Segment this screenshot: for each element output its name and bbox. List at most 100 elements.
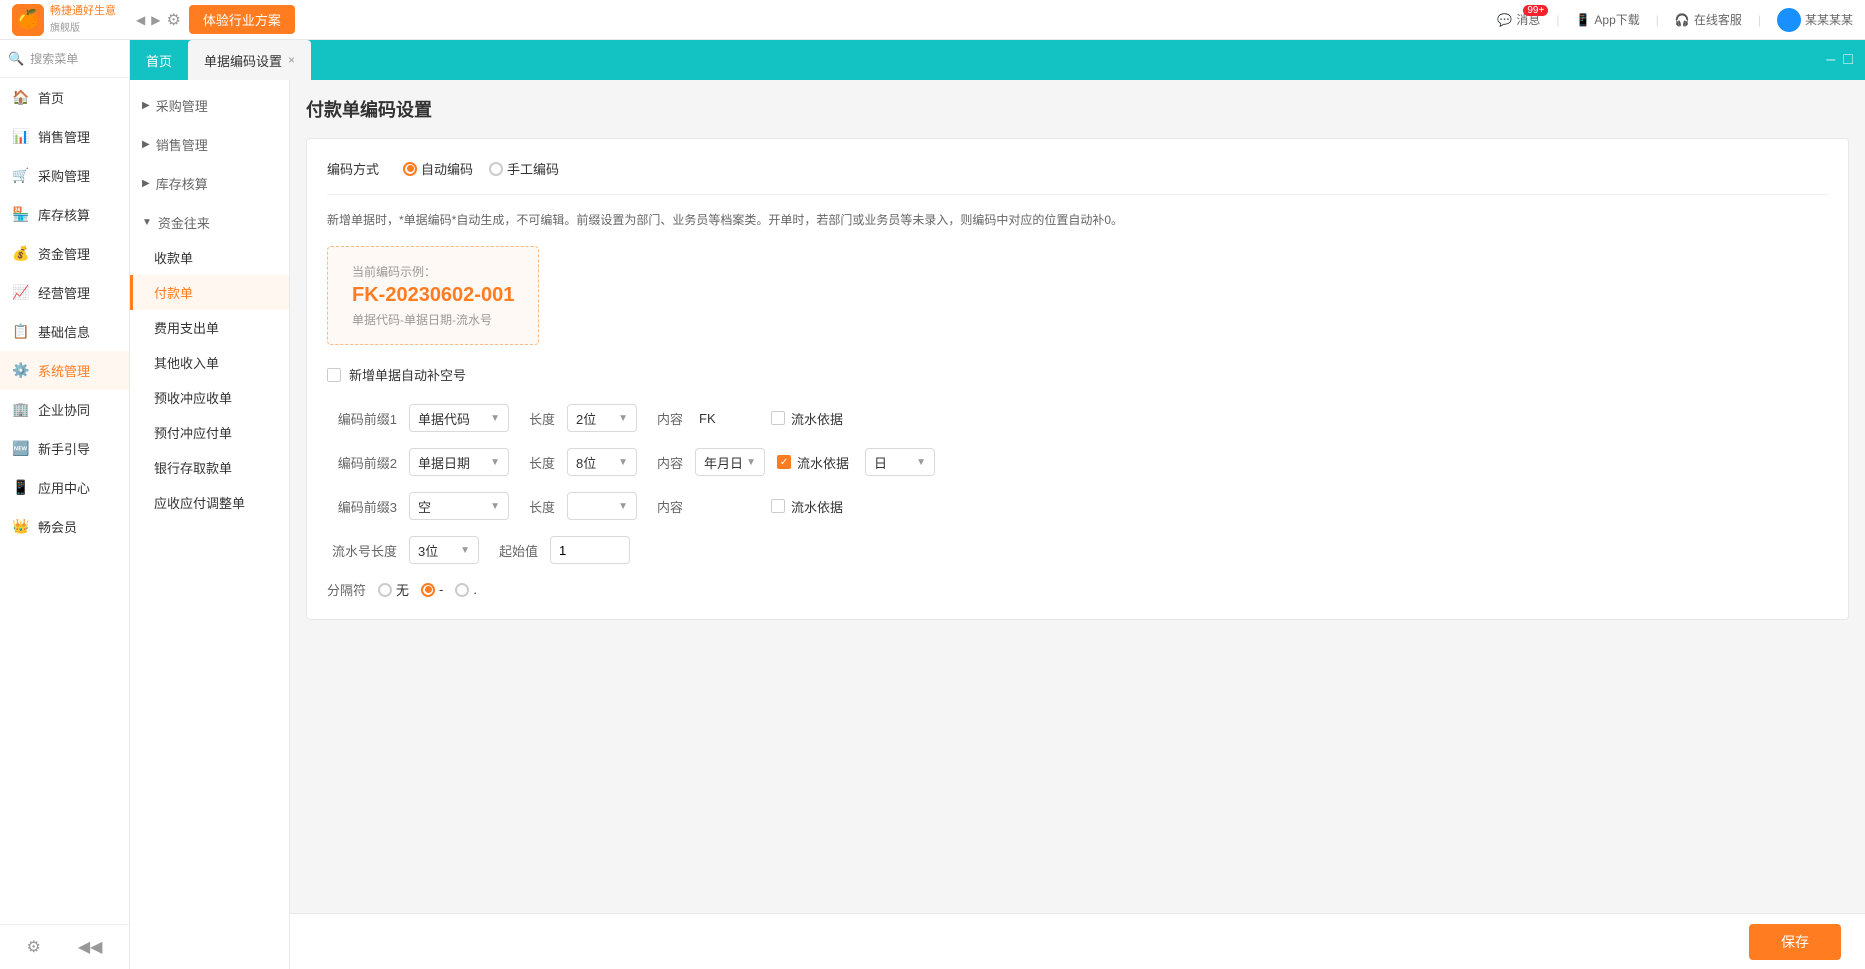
message-icon: 💬 xyxy=(1497,13,1512,27)
top-bar: 🍊 畅捷通好生意 旗舰版 ◀ ▶ ⚙ 体验行业方案 💬 消息 99+ | 📱 A… xyxy=(0,0,1865,40)
sep-dash[interactable]: - xyxy=(421,582,443,597)
settings-bottom-icon[interactable]: ⚙ xyxy=(23,933,45,961)
prefix1-stream-check[interactable]: 流水依据 xyxy=(771,409,843,428)
auto-fill-row: 新增单据自动补空号 xyxy=(327,365,1828,384)
tab-minimize-btn[interactable]: – xyxy=(1826,51,1835,69)
chevron-purchase: ▶ xyxy=(142,100,150,111)
prefix3-len-chevron: ▼ xyxy=(618,501,628,512)
sub-item-advance-pay[interactable]: 预付冲应付单 xyxy=(130,415,289,450)
sidebar-item-enterprise[interactable]: 🏢 企业协同 xyxy=(0,390,129,429)
settings-icon[interactable]: ⚙ xyxy=(166,10,180,30)
sub-group-capital: ▼ 资金往来 收款单 付款单 费用支出单 其他收入单 预收冲应收单 预付冲应付单… xyxy=(130,205,289,520)
separator1: | xyxy=(1556,13,1559,27)
sidebar-item-purchase[interactable]: 🛒 采购管理 xyxy=(0,156,129,195)
save-button[interactable]: 保存 xyxy=(1749,924,1841,960)
manual-encode-radio[interactable]: 手工编码 xyxy=(489,159,559,178)
sub-label-sales: 销售管理 xyxy=(156,135,208,154)
prefix3-content-label: 内容 xyxy=(657,497,683,516)
prefix2-select[interactable]: 单据日期 ▼ xyxy=(409,448,509,476)
prefix3-select[interactable]: 空 ▼ xyxy=(409,492,509,520)
prefix2-len-select[interactable]: 8位 ▼ xyxy=(567,448,637,476)
prefix3-stream-check[interactable]: 流水依据 xyxy=(771,497,843,516)
sidebar-item-basic[interactable]: 📋 基础信息 xyxy=(0,312,129,351)
sub-item-receipt[interactable]: 收款单 xyxy=(130,240,289,275)
page-main: 付款单编码设置 编码方式 自动编码 xyxy=(290,80,1865,913)
prefix2-content-select[interactable]: 年月日 ▼ xyxy=(695,448,765,476)
code-preview-value: FK-20230602-001 xyxy=(352,284,514,307)
collapse-icon[interactable]: ◀◀ xyxy=(74,933,107,961)
sidebar-item-sales[interactable]: 📊 销售管理 xyxy=(0,117,129,156)
sidebar-item-inventory[interactable]: 🏪 库存核算 xyxy=(0,195,129,234)
info-text: 新增单据时，*单据编码*自动生成，不可编辑。前缀设置为部门、业务员等档案类。开单… xyxy=(327,211,1828,230)
sub-item-ar-ap-adjust[interactable]: 应收应付调整单 xyxy=(130,485,289,520)
settings-card: 编码方式 自动编码 手工编码 xyxy=(306,138,1849,620)
sub-item-expense[interactable]: 费用支出单 xyxy=(130,310,289,345)
sub-label-inventory: 库存核算 xyxy=(156,174,208,193)
messages-btn[interactable]: 💬 消息 99+ xyxy=(1497,11,1540,28)
prefix1-stream-label: 流水依据 xyxy=(791,409,843,428)
sidebar-item-finance[interactable]: 💰 资金管理 xyxy=(0,234,129,273)
sub-group-purchase: ▶ 采购管理 xyxy=(130,88,289,123)
prefix3-stream-checkbox xyxy=(771,499,785,513)
sidebar-item-operation[interactable]: 📈 经营管理 xyxy=(0,273,129,312)
separator2: | xyxy=(1656,13,1659,27)
sub-item-other-income[interactable]: 其他收入单 xyxy=(130,345,289,380)
brand: 🍊 畅捷通好生意 旗舰版 xyxy=(12,4,116,36)
auto-fill-checkbox[interactable] xyxy=(327,368,341,382)
brand-sub: 旗舰版 xyxy=(50,19,116,34)
stream-len-select[interactable]: 3位 ▼ xyxy=(409,536,479,564)
tab-close-icon[interactable]: × xyxy=(288,53,295,67)
encode-method-row: 编码方式 自动编码 手工编码 xyxy=(327,159,1828,195)
start-value-input[interactable] xyxy=(550,536,630,564)
app-download-btn[interactable]: 📱 App下载 xyxy=(1575,11,1639,28)
prefix1-len-value: 2位 xyxy=(576,409,596,428)
sep-none[interactable]: 无 xyxy=(378,580,409,599)
sub-item-advance-recv[interactable]: 预收冲应收单 xyxy=(130,380,289,415)
search-menu[interactable]: 🔍 搜索菜单 xyxy=(0,40,129,78)
sidebar-item-newguide[interactable]: 🆕 新手引导 xyxy=(0,429,129,468)
right-panel: 首页 单据编码设置 × – □ ▶ 采购管理 xyxy=(130,40,1865,969)
experience-btn[interactable]: 体验行业方案 xyxy=(189,5,295,34)
user-profile[interactable]: 某某某某 xyxy=(1777,8,1853,32)
sub-label-purchase: 采购管理 xyxy=(156,96,208,115)
start-value-label: 起始值 xyxy=(499,541,538,560)
page-title: 付款单编码设置 xyxy=(306,96,1849,122)
brand-logo: 🍊 xyxy=(12,4,44,36)
chevron-inventory: ▶ xyxy=(142,178,150,189)
nav-forward-icon[interactable]: ▶ xyxy=(151,13,160,27)
sub-header-inventory[interactable]: ▶ 库存核算 xyxy=(130,166,289,201)
auto-radio-circle xyxy=(403,162,417,176)
prefix1-len-select[interactable]: 2位 ▼ xyxy=(567,404,637,432)
prefix1-content-value: FK xyxy=(699,411,759,426)
tab-home[interactable]: 首页 xyxy=(130,40,188,80)
prefix3-len-select[interactable]: ▼ xyxy=(567,492,637,520)
auto-encode-label: 自动编码 xyxy=(421,159,473,178)
sidebar-item-system[interactable]: ⚙️ 系统管理 xyxy=(0,351,129,390)
sub-header-capital[interactable]: ▼ 资金往来 xyxy=(130,205,289,240)
sub-header-purchase[interactable]: ▶ 采购管理 xyxy=(130,88,289,123)
sub-item-payment[interactable]: 付款单 xyxy=(130,275,289,310)
nav-back-icon[interactable]: ◀ xyxy=(136,13,145,27)
operation-icon: 📈 xyxy=(12,284,30,302)
auto-encode-radio[interactable]: 自动编码 xyxy=(403,159,473,178)
enterprise-icon: 🏢 xyxy=(12,401,30,419)
tab-maximize-btn[interactable]: □ xyxy=(1843,51,1853,69)
tab-home-label: 首页 xyxy=(146,51,172,70)
prefix2-stream-check[interactable]: ✓ 流水依据 xyxy=(777,453,849,472)
online-service-btn[interactable]: 🎧 在线客服 xyxy=(1675,11,1742,28)
sub-header-sales[interactable]: ▶ 销售管理 xyxy=(130,127,289,162)
prefix2-len-label: 长度 xyxy=(529,453,555,472)
search-icon: 🔍 xyxy=(8,51,24,67)
sidebar-item-member[interactable]: 👑 畅会员 xyxy=(0,507,129,546)
sidebar-item-home[interactable]: 🏠 首页 xyxy=(0,78,129,117)
sep-dot[interactable]: . xyxy=(455,582,477,597)
prefix2-stream-select[interactable]: 日 ▼ xyxy=(865,448,935,476)
code-preview-box: 当前编码示例： FK-20230602-001 单据代码-单据日期-流水号 xyxy=(327,246,539,345)
prefix1-select[interactable]: 单据代码 ▼ xyxy=(409,404,509,432)
prefix1-len-chevron: ▼ xyxy=(618,413,628,424)
tab-encode-settings[interactable]: 单据编码设置 × xyxy=(188,40,311,80)
sidebar-item-apps[interactable]: 📱 应用中心 xyxy=(0,468,129,507)
manual-radio-circle xyxy=(489,162,503,176)
prefix1-label: 编码前缀1 xyxy=(327,409,397,428)
sub-item-bank-deposit[interactable]: 银行存取款单 xyxy=(130,450,289,485)
